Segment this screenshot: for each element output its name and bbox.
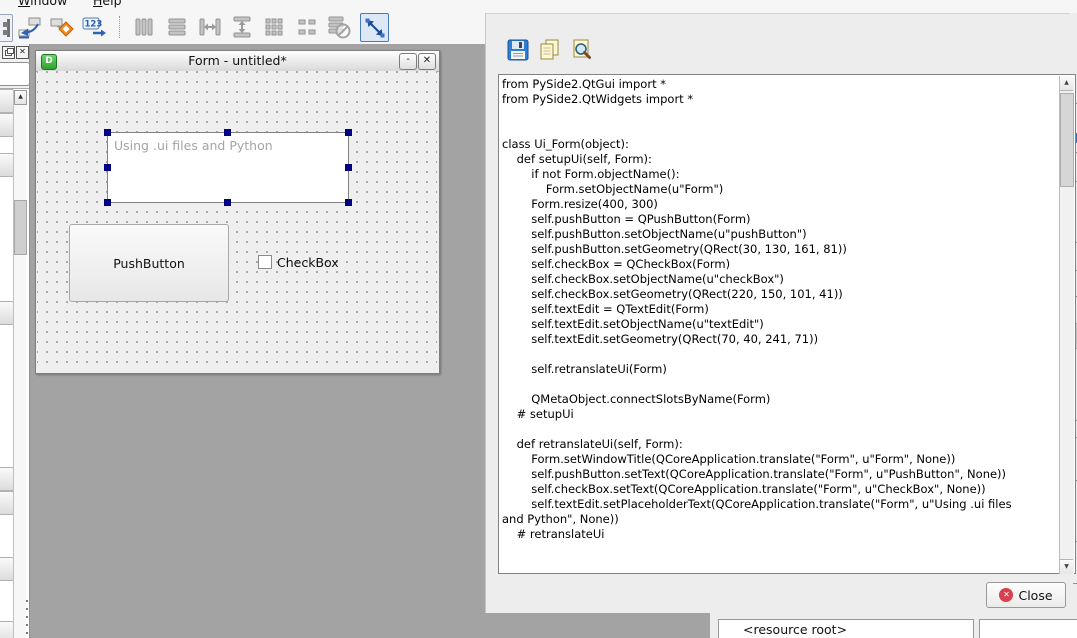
close-button[interactable]: ✕ bbox=[418, 53, 436, 70]
layout-vertical-splitter-glyph bbox=[230, 15, 254, 39]
layout-form-glyph bbox=[295, 15, 319, 39]
edit-widgets-icon[interactable] bbox=[0, 14, 13, 42]
resource-browser-strip: <resource root> bbox=[710, 612, 1077, 638]
close-button-label: Close bbox=[1018, 588, 1052, 603]
widget-category-row[interactable] bbox=[0, 557, 14, 581]
canvas-textedit-widget[interactable]: Using .ui files and Python bbox=[107, 132, 349, 203]
widget-category-row[interactable] bbox=[0, 113, 14, 137]
find-glyph bbox=[570, 38, 594, 62]
layout-vertically-icon[interactable] bbox=[164, 14, 190, 40]
layout-vertically-glyph bbox=[165, 15, 189, 39]
widget-category-row[interactable] bbox=[0, 491, 14, 515]
toolbar-separator bbox=[119, 16, 121, 38]
dialog-close-button[interactable]: ✕ Close bbox=[986, 582, 1066, 608]
code-viewer-dialog: from PySide2.QtGui import * from PySide2… bbox=[485, 13, 1070, 613]
selection-handle-s[interactable] bbox=[224, 199, 231, 206]
break-layout-icon[interactable] bbox=[326, 14, 352, 40]
layout-horizontally-icon[interactable] bbox=[131, 14, 157, 40]
widget-category-row[interactable] bbox=[0, 301, 14, 325]
checkbox-box[interactable] bbox=[258, 255, 272, 269]
form-window-titlebar[interactable]: D Form - untitled* - ✕ bbox=[36, 51, 439, 72]
code-scrollbar[interactable]: ▲ ▼ bbox=[1059, 76, 1074, 574]
widget-box-search-input[interactable] bbox=[0, 62, 30, 86]
layout-horizontal-splitter-glyph bbox=[198, 15, 222, 39]
qt-designer-screen: Window Help bbox=[0, 0, 1077, 638]
edit-signals-slots-glyph bbox=[17, 14, 43, 40]
edit-widgets-glyph bbox=[0, 16, 11, 40]
python-code[interactable]: from PySide2.QtGui import * from PySide2… bbox=[502, 77, 1058, 571]
textedit-placeholder: Using .ui files and Python bbox=[114, 138, 273, 153]
edit-tab-order-glyph: 123 bbox=[81, 14, 107, 40]
widget-box-scrollbar[interactable]: ▲ bbox=[13, 90, 26, 638]
adjust-size-glyph bbox=[363, 16, 387, 40]
canvas-pushbutton-widget[interactable]: PushButton bbox=[69, 224, 229, 302]
edit-signals-slots-icon[interactable] bbox=[17, 14, 43, 40]
selection-handle-nw[interactable] bbox=[104, 129, 111, 136]
layout-grid-glyph bbox=[262, 15, 286, 39]
edit-buddies-glyph bbox=[49, 14, 75, 40]
minimize-button[interactable]: - bbox=[399, 53, 417, 70]
save-icon[interactable] bbox=[506, 38, 530, 62]
layout-horizontally-glyph bbox=[132, 15, 156, 39]
canvas-checkbox-widget[interactable]: CheckBox bbox=[258, 255, 339, 269]
edit-tab-order-icon[interactable]: 123 bbox=[81, 14, 107, 40]
widget-box-category-list: ▲ bbox=[0, 88, 29, 638]
float-glyph-2 bbox=[7, 48, 14, 54]
scroll-up-icon[interactable]: ▲ bbox=[1060, 76, 1073, 91]
menu-bar: Window Help bbox=[0, 0, 1077, 8]
svg-text:123: 123 bbox=[85, 20, 103, 30]
selection-handle-ne[interactable] bbox=[345, 129, 352, 136]
copy-glyph bbox=[538, 38, 562, 62]
layout-horizontal-splitter-icon[interactable] bbox=[197, 14, 223, 40]
selection-handle-se[interactable] bbox=[345, 199, 352, 206]
menu-help[interactable]: Help bbox=[93, 0, 122, 8]
form-window: D Form - untitled* - ✕ Using .ui files a… bbox=[35, 50, 440, 374]
close-x-icon: ✕ bbox=[999, 588, 1013, 602]
widget-category-row[interactable] bbox=[0, 89, 14, 113]
form-window-title: Form - untitled* bbox=[36, 53, 439, 68]
selection-handle-n[interactable] bbox=[224, 129, 231, 136]
widget-box-scroll-thumb[interactable] bbox=[14, 200, 27, 255]
dock-splitter-handle[interactable] bbox=[26, 600, 28, 638]
adjust-size-icon[interactable] bbox=[360, 13, 389, 42]
find-icon[interactable] bbox=[570, 38, 594, 62]
layout-vertical-splitter-icon[interactable] bbox=[229, 14, 255, 40]
form-canvas[interactable]: Using .ui files and Python PushButton Ch… bbox=[37, 71, 437, 371]
widget-box-panel: ✕ ▲ bbox=[0, 44, 30, 638]
resource-tree[interactable]: <resource root> bbox=[718, 619, 974, 638]
selection-handle-e[interactable] bbox=[345, 164, 352, 171]
selection-handle-sw[interactable] bbox=[104, 199, 111, 206]
checkbox-label: CheckBox bbox=[277, 255, 339, 270]
save-glyph bbox=[506, 38, 530, 62]
row-tick bbox=[1073, 583, 1077, 584]
code-scroll-thumb[interactable] bbox=[1060, 93, 1074, 187]
break-layout-glyph bbox=[326, 14, 352, 40]
scroll-down-icon[interactable]: ▼ bbox=[1060, 559, 1073, 574]
copy-icon[interactable] bbox=[538, 38, 562, 62]
resource-file-list[interactable] bbox=[979, 619, 1077, 638]
code-text-area[interactable]: from PySide2.QtGui import * from PySide2… bbox=[498, 74, 1076, 574]
edit-buddies-icon[interactable] bbox=[49, 14, 75, 40]
layout-form-icon[interactable] bbox=[294, 14, 320, 40]
widget-category-row[interactable] bbox=[0, 467, 14, 491]
widget-category-row[interactable] bbox=[0, 621, 14, 638]
resource-root-item[interactable]: <resource root> bbox=[743, 622, 847, 637]
menu-window[interactable]: Window bbox=[18, 0, 67, 8]
selection-handle-w[interactable] bbox=[104, 164, 111, 171]
widget-box-close-icon[interactable]: ✕ bbox=[16, 46, 29, 59]
widget-category-row[interactable] bbox=[0, 153, 14, 177]
layout-grid-icon[interactable] bbox=[261, 14, 287, 40]
widget-box-float-icon[interactable] bbox=[2, 46, 15, 59]
scroll-up-icon[interactable]: ▲ bbox=[14, 90, 27, 105]
